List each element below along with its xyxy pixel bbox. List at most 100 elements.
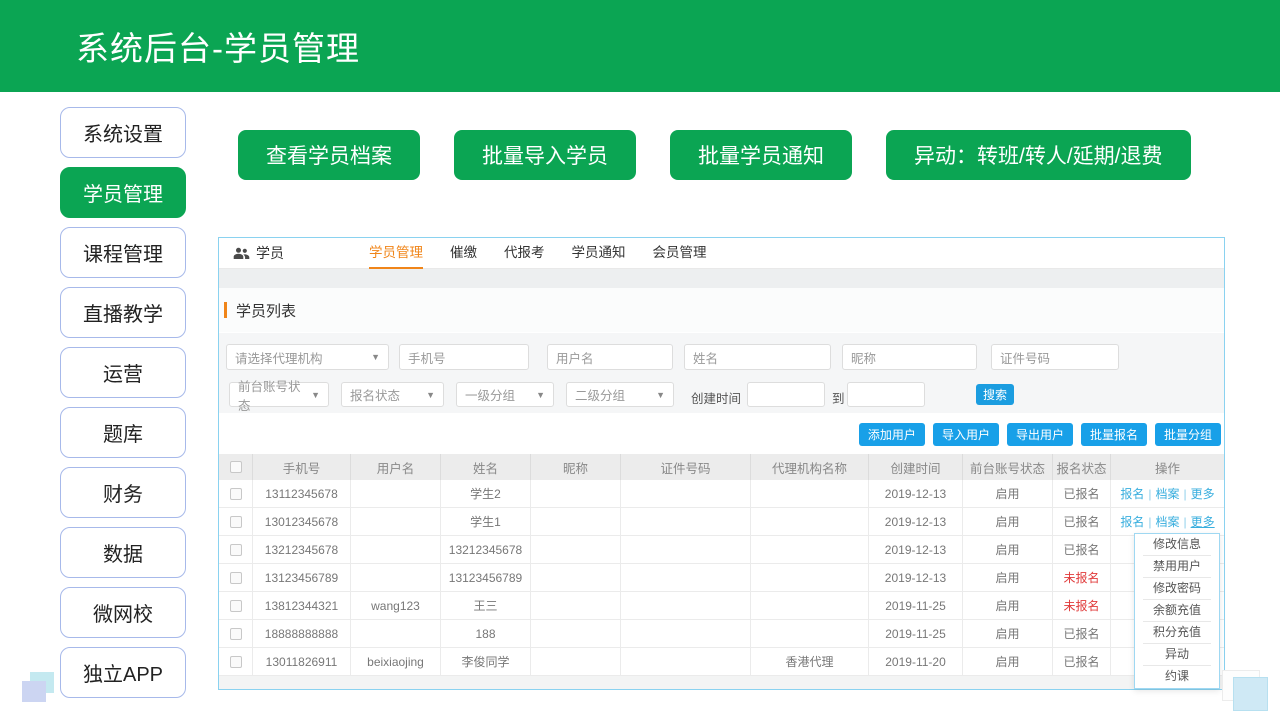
action-link-更多[interactable]: 更多	[1191, 485, 1215, 502]
row-select-cell	[219, 648, 253, 675]
cell-reg_status: 已报名	[1053, 480, 1111, 507]
row-checkbox[interactable]	[230, 628, 242, 640]
header-cell-操作: 操作	[1111, 454, 1224, 480]
cell-reg_status: 已报名	[1053, 508, 1111, 535]
action-link-报名[interactable]: 报名	[1120, 485, 1144, 502]
action-link-separator: |	[1184, 487, 1187, 501]
created-time-end-input[interactable]	[847, 382, 925, 407]
tab-代报考[interactable]: 代报考	[504, 238, 545, 269]
cell-reg_status: 已报名	[1053, 620, 1111, 647]
menu-item-禁用用户[interactable]: 禁用用户	[1135, 556, 1219, 577]
header-cell-用户名: 用户名	[351, 454, 441, 480]
menu-item-修改密码[interactable]: 修改密码	[1135, 578, 1219, 599]
panel-tabs: 学员管理催缴代报考学员通知会员管理	[369, 238, 707, 269]
action-link-档案[interactable]: 档案	[1155, 513, 1179, 530]
chevron-down-icon: ▼	[371, 352, 380, 362]
sidebar-item-学员管理[interactable]: 学员管理	[60, 167, 186, 218]
cell-username	[351, 508, 441, 535]
cell-created: 2019-11-25	[869, 620, 963, 647]
quick-action-button[interactable]: 查看学员档案	[238, 130, 420, 180]
decorative-square	[1233, 677, 1268, 711]
header-cell-手机号: 手机号	[253, 454, 351, 480]
quick-action-button[interactable]: 异动：转班/转人/延期/退费	[886, 130, 1191, 180]
filter-input-手机号[interactable]: 手机号	[399, 344, 529, 370]
row-checkbox[interactable]	[230, 488, 242, 500]
bulk-button-批量分组[interactable]: 批量分组	[1155, 423, 1221, 446]
quick-action-buttons: 查看学员档案批量导入学员批量学员通知异动：转班/转人/延期/退费	[238, 130, 1191, 180]
tab-催缴[interactable]: 催缴	[450, 238, 477, 269]
bulk-button-导出用户[interactable]: 导出用户	[1007, 423, 1073, 446]
filter-select-前台账号状态[interactable]: 前台账号状态▼	[229, 382, 329, 407]
menu-item-积分充值[interactable]: 积分充值	[1135, 622, 1219, 643]
filter-select-value: 报名状态	[350, 385, 400, 404]
page-header: 系统后台-学员管理	[0, 0, 1280, 92]
select-all-checkbox[interactable]	[230, 461, 242, 473]
cell-reg_status: 未报名	[1053, 592, 1111, 619]
filter-select-value: 前台账号状态	[238, 376, 311, 414]
menu-item-余额充值[interactable]: 余额充值	[1135, 600, 1219, 621]
filter-input-昵称[interactable]: 昵称	[842, 344, 977, 370]
tab-会员管理[interactable]: 会员管理	[653, 238, 707, 269]
filter-select-二级分组[interactable]: 二级分组▼	[566, 382, 674, 407]
sidebar-item-课程管理[interactable]: 课程管理	[60, 227, 186, 278]
bulk-button-添加用户[interactable]: 添加用户	[859, 423, 925, 446]
filter-select-一级分组[interactable]: 一级分组▼	[456, 382, 554, 407]
filter-input-证件号码[interactable]: 证件号码	[991, 344, 1119, 370]
sidebar-item-微网校[interactable]: 微网校	[60, 587, 186, 638]
menu-item-异动[interactable]: 异动	[1135, 644, 1219, 665]
quick-action-button[interactable]: 批量导入学员	[454, 130, 636, 180]
menu-item-约课[interactable]: 约课	[1135, 666, 1219, 687]
cell-name: 学生2	[441, 480, 531, 507]
cell-nickname	[531, 648, 621, 675]
tab-学员管理[interactable]: 学员管理	[369, 238, 423, 269]
cell-name: 13123456789	[441, 564, 531, 591]
filter-select-请选择代理机构[interactable]: 请选择代理机构▼	[226, 344, 389, 370]
bulk-button-批量报名[interactable]: 批量报名	[1081, 423, 1147, 446]
filter-select-报名状态[interactable]: 报名状态▼	[341, 382, 444, 407]
cell-agency	[751, 592, 869, 619]
sidebar-item-直播教学[interactable]: 直播教学	[60, 287, 186, 338]
sidebar-item-系统设置[interactable]: 系统设置	[60, 107, 186, 158]
row-checkbox[interactable]	[230, 656, 242, 668]
cell-id_number	[621, 508, 751, 535]
cell-reg_status: 未报名	[1053, 564, 1111, 591]
menu-item-修改信息[interactable]: 修改信息	[1135, 534, 1219, 555]
row-checkbox[interactable]	[230, 600, 242, 612]
cell-nickname	[531, 536, 621, 563]
filter-input-用户名[interactable]: 用户名	[547, 344, 673, 370]
section-title-row: 学员列表	[219, 288, 1224, 332]
cell-actions: 报名|档案|更多	[1111, 480, 1224, 507]
chevron-down-icon: ▼	[311, 390, 320, 400]
sidebar-item-财务[interactable]: 财务	[60, 467, 186, 518]
cell-name: 学生1	[441, 508, 531, 535]
cell-id_number	[621, 536, 751, 563]
cell-username	[351, 620, 441, 647]
cell-id_number	[621, 592, 751, 619]
filter-input-姓名[interactable]: 姓名	[684, 344, 831, 370]
row-checkbox[interactable]	[230, 572, 242, 584]
sidebar-item-题库[interactable]: 题库	[60, 407, 186, 458]
action-link-报名[interactable]: 报名	[1120, 513, 1144, 530]
header-cell-创建时间: 创建时间	[869, 454, 963, 480]
cell-nickname	[531, 508, 621, 535]
action-link-更多[interactable]: 更多	[1191, 513, 1215, 530]
search-button[interactable]: 搜索	[976, 384, 1014, 405]
chevron-down-icon: ▼	[536, 390, 545, 400]
sidebar-item-数据[interactable]: 数据	[60, 527, 186, 578]
row-checkbox[interactable]	[230, 516, 242, 528]
cell-name: 188	[441, 620, 531, 647]
bulk-button-导入用户[interactable]: 导入用户	[933, 423, 999, 446]
row-select-cell	[219, 620, 253, 647]
cell-id_number	[621, 480, 751, 507]
quick-action-button[interactable]: 批量学员通知	[670, 130, 852, 180]
cell-account_status: 启用	[963, 592, 1053, 619]
sidebar-item-运营[interactable]: 运营	[60, 347, 186, 398]
bulk-action-buttons: 添加用户导入用户导出用户批量报名批量分组	[859, 423, 1221, 446]
created-time-start-input[interactable]	[747, 382, 825, 407]
sidebar-item-独立APP[interactable]: 独立APP	[60, 647, 186, 698]
header-cell-昵称: 昵称	[531, 454, 621, 480]
tab-学员通知[interactable]: 学员通知	[572, 238, 626, 269]
row-checkbox[interactable]	[230, 544, 242, 556]
action-link-档案[interactable]: 档案	[1155, 485, 1179, 502]
header-select-all-cell	[219, 454, 253, 480]
